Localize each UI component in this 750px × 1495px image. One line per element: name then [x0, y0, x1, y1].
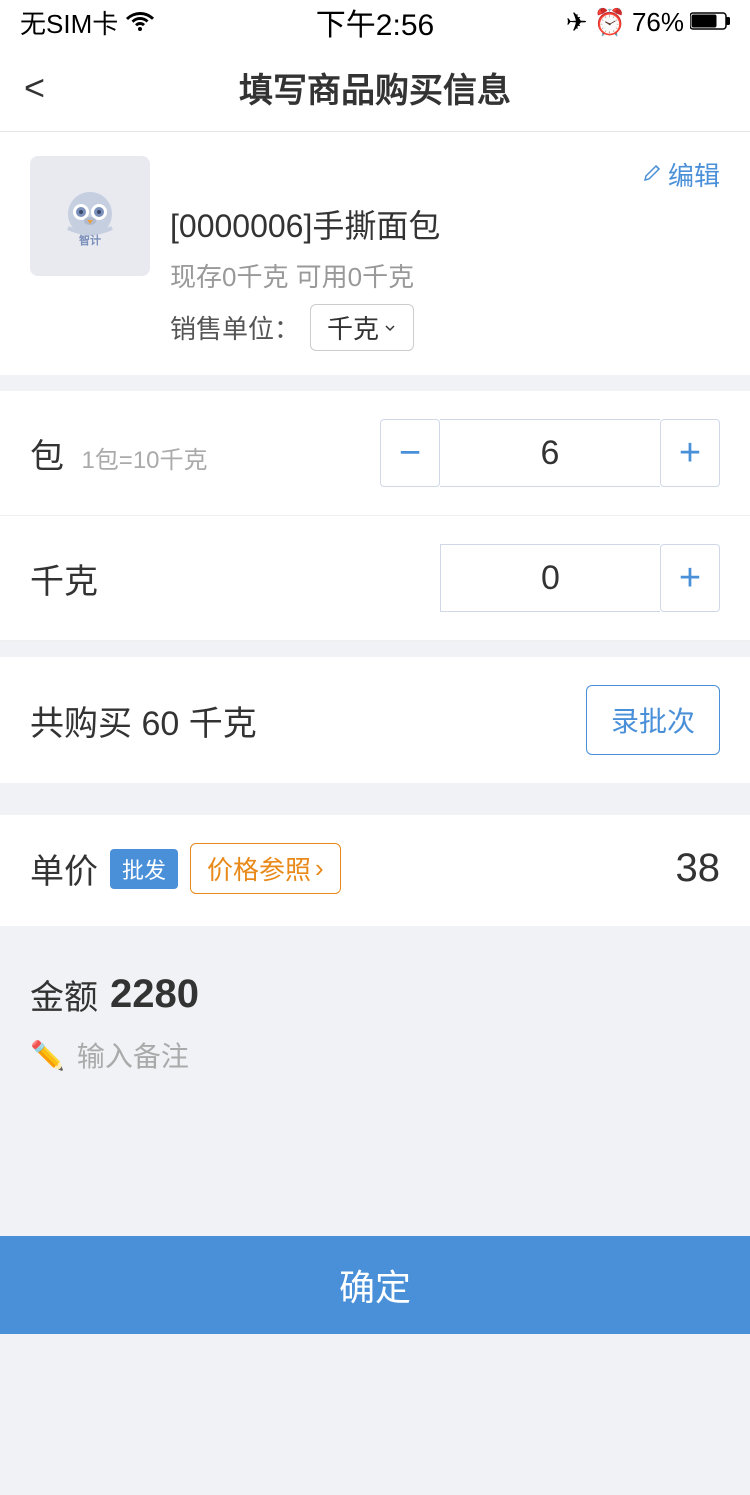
nav-bar: < 填写商品购买信息 [0, 44, 750, 132]
remark-row[interactable]: ✏️ 输入备注 [30, 1035, 720, 1075]
status-right: ✈ ⏰ 76% [566, 7, 730, 38]
bao-row: 包 1包=10千克 − + [0, 391, 750, 516]
amount-label: 金额 [30, 970, 98, 1019]
price-row: 单价 批发 价格参照 › 38 [30, 843, 720, 894]
pencil-icon: ✏️ [30, 1039, 65, 1072]
confirm-button[interactable]: 确定 [0, 1236, 750, 1334]
amount-row: 金额 2280 [30, 970, 720, 1019]
price-value: 38 [676, 846, 721, 891]
page-title: 填写商品购买信息 [239, 63, 511, 112]
edit-button[interactable]: 编辑 [642, 156, 720, 193]
bao-input[interactable] [440, 419, 660, 487]
bao-sublabel: 1包=10千克 [81, 447, 207, 474]
total-label: 共购买 60 千克 [30, 696, 586, 745]
battery-icon [690, 7, 730, 38]
location-icon: ✈ [566, 7, 588, 38]
quantity-section: 包 1包=10千克 − + 千克 + [0, 391, 750, 641]
record-batch-button[interactable]: 录批次 [586, 685, 720, 755]
status-bar: 无SIM卡 下午2:56 ✈ ⏰ 76% [0, 0, 750, 44]
bao-controls: − + [380, 419, 720, 487]
battery-text: 76% [632, 7, 684, 38]
remark-label: 输入备注 [77, 1035, 189, 1075]
kg-increment-button[interactable]: + [660, 544, 720, 612]
owl-icon: 智计 [55, 186, 125, 246]
status-time: 下午2:56 [316, 0, 434, 44]
total-row: 共购买 60 千克 录批次 [0, 657, 750, 783]
wifi-icon [126, 7, 154, 38]
price-section: 单价 批发 价格参照 › 38 [0, 815, 750, 926]
svg-text:智计: 智计 [79, 233, 101, 246]
product-name: [0000006]手撕面包 [170, 201, 720, 247]
product-stock: 现存0千克 可用0千克 [170, 257, 720, 294]
kg-row: 千克 + [0, 516, 750, 641]
bao-decrement-button[interactable]: − [380, 419, 440, 487]
product-unit-row: 销售单位： 千克 [170, 304, 720, 351]
alarm-icon: ⏰ [594, 7, 626, 38]
product-card: 智计 编辑 [0000006]手撕面包 现存0千克 可用0千克 销售单位： 千克 [0, 132, 750, 375]
product-edit-area: 编辑 [170, 156, 720, 193]
unit-label: 销售单位： [170, 309, 300, 346]
back-button[interactable]: < [24, 67, 45, 109]
unit-select[interactable]: 千克 [310, 304, 414, 351]
price-ref-button[interactable]: 价格参照 › [190, 843, 341, 894]
carrier-text: 无SIM卡 [20, 4, 118, 41]
bao-increment-button[interactable]: + [660, 419, 720, 487]
amount-value: 2280 [110, 972, 199, 1017]
product-image: 智计 [30, 156, 150, 276]
status-left: 无SIM卡 [20, 4, 154, 41]
confirm-label: 确定 [339, 1259, 411, 1311]
kg-controls: + [440, 544, 720, 612]
product-info: 编辑 [0000006]手撕面包 现存0千克 可用0千克 销售单位： 千克 [170, 156, 720, 351]
price-label: 单价 [30, 844, 98, 893]
bao-label: 包 1包=10千克 [30, 429, 380, 478]
amount-section: 金额 2280 ✏️ 输入备注 [0, 942, 750, 1095]
divider [0, 799, 750, 815]
kg-label: 千克 [30, 554, 440, 603]
kg-input[interactable] [440, 544, 660, 612]
price-tag: 批发 [110, 849, 178, 889]
